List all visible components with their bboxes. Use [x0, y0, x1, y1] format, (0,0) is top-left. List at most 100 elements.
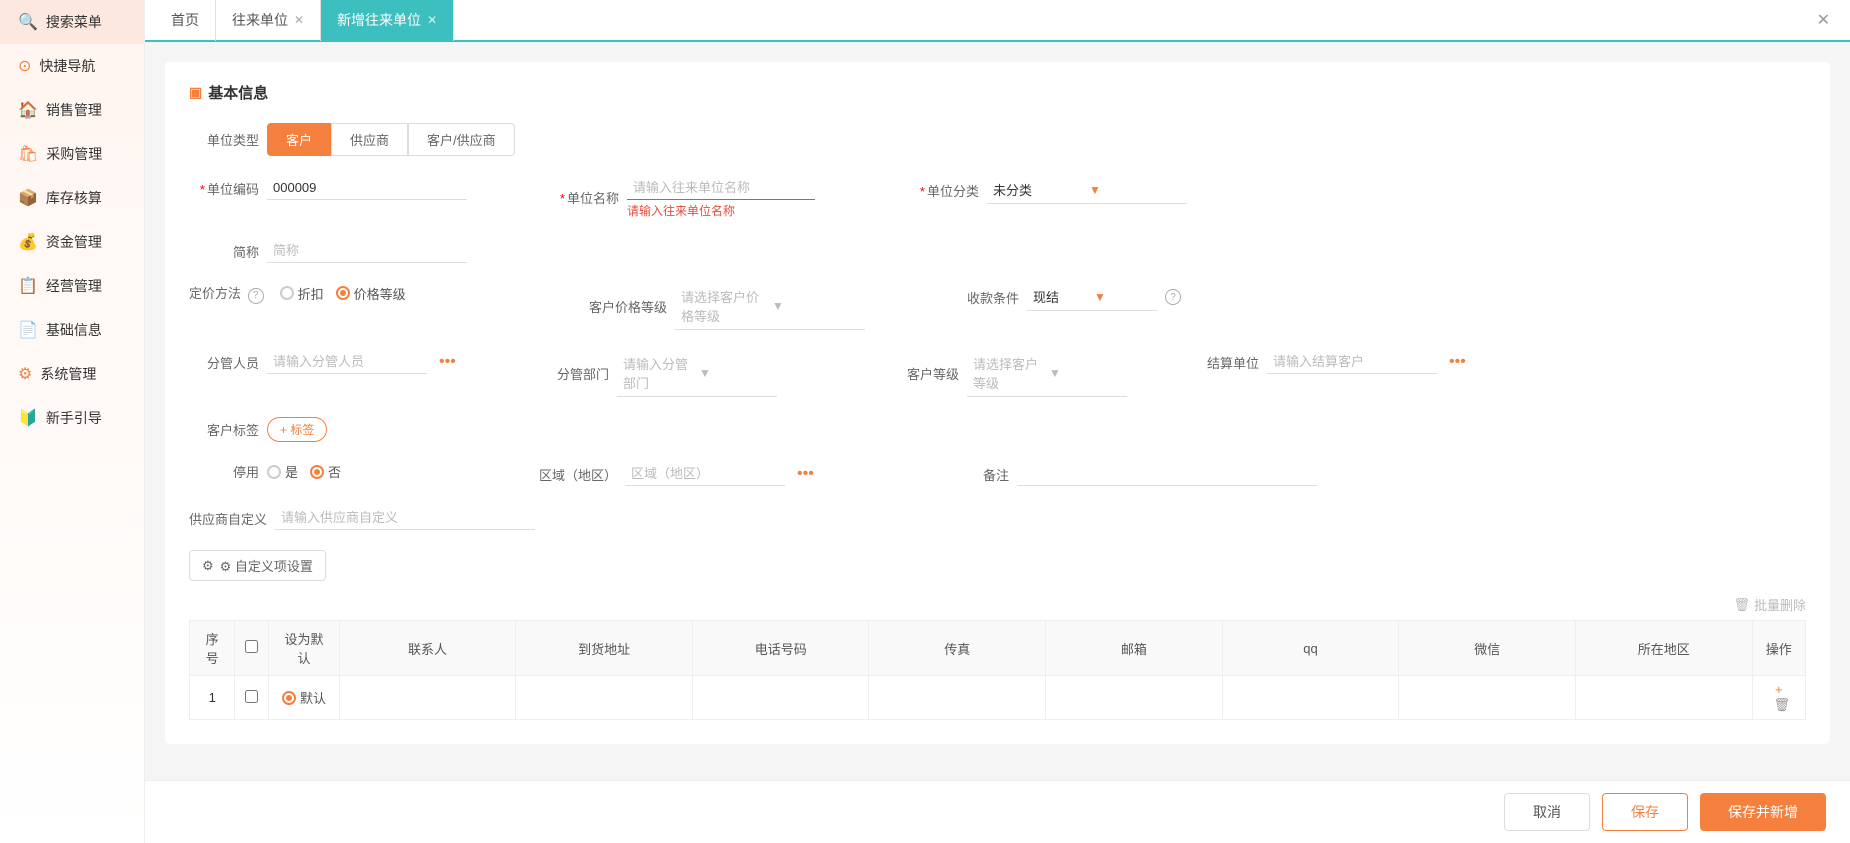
row-email[interactable] [1046, 676, 1223, 720]
save-button[interactable]: 保存 [1602, 793, 1688, 831]
email-input[interactable] [1056, 690, 1212, 705]
row-default: 默认 [269, 676, 339, 720]
supplier-custom-row: 供应商自定义 [189, 506, 1806, 530]
tab-contacts[interactable]: 往来单位 ✕ [216, 0, 321, 41]
col-qq: qq [1222, 621, 1399, 676]
manager-input[interactable] [267, 350, 427, 374]
clipboard-icon: 📋 [18, 276, 38, 296]
sidebar-item-system[interactable]: ⚙ 系统管理 [0, 352, 144, 396]
remark-field: 备注 [939, 462, 1806, 486]
select-all-checkbox[interactable] [245, 640, 258, 653]
col-address: 到货地址 [516, 621, 693, 676]
row-add-btn[interactable]: + [1775, 682, 1783, 697]
default-label: 默认 [300, 688, 326, 707]
row-region-input[interactable] [1586, 690, 1742, 705]
custom-settings-button[interactable]: ⚙ ⚙ 自定义项设置 [189, 550, 326, 581]
supplier-custom-label: 供应商自定义 [189, 509, 267, 528]
settlement-more-btn[interactable]: ••• [1445, 353, 1470, 371]
content-area: ▣ 基本信息 单位类型 客户 供应商 客户/供应商 *单位编码 [145, 42, 1850, 780]
disabled-no[interactable]: 否 [310, 462, 341, 481]
type-btn-both[interactable]: 客户/供应商 [408, 123, 515, 156]
close-all-tabs-button[interactable]: ✕ [1807, 10, 1840, 30]
tab-new-contact[interactable]: 新增往来单位 ✕ [321, 0, 454, 41]
qq-input[interactable] [1233, 690, 1389, 705]
department-label: 分管部门 [539, 364, 609, 383]
row-address[interactable] [516, 676, 693, 720]
section-title: ▣ 基本信息 [189, 82, 1806, 103]
row-select-checkbox[interactable] [245, 690, 258, 703]
add-tag-button[interactable]: + 标签 [267, 417, 327, 442]
payment-help-icon[interactable]: ? [1165, 289, 1181, 305]
sidebar-item-sales[interactable]: 🏠 销售管理 [0, 88, 144, 132]
customer-level-select[interactable]: 请选择客户等级 ▼ [967, 350, 1127, 397]
pricing-help-icon[interactable]: ? [248, 288, 264, 304]
supplier-custom-input[interactable] [275, 506, 535, 530]
pricing-radio-level[interactable]: 价格等级 [336, 284, 406, 303]
customer-price-level-select[interactable]: 请选择客户价格等级 ▼ [675, 283, 865, 330]
row-phone[interactable] [692, 676, 869, 720]
phone-input[interactable] [703, 690, 859, 705]
unit-code-label: *单位编码 [189, 179, 259, 198]
unit-category-label: *单位分类 [909, 181, 979, 200]
disabled-yes[interactable]: 是 [267, 462, 298, 481]
row-no: 1 [190, 676, 235, 720]
manager-more-btn[interactable]: ••• [435, 353, 460, 371]
type-btn-customer[interactable]: 客户 [267, 123, 331, 156]
main-area: 首页 往来单位 ✕ 新增往来单位 ✕ ✕ ▣ 基本信息 单位类型 客户 [145, 0, 1850, 843]
sidebar-item-guide[interactable]: 🔰 新手引导 [0, 396, 144, 440]
sidebar-item-operations[interactable]: 📋 经营管理 [0, 264, 144, 308]
default-radio-circle [282, 691, 296, 705]
sidebar-item-search[interactable]: 🔍 搜索菜单 [0, 0, 144, 44]
cancel-button[interactable]: 取消 [1504, 793, 1590, 831]
level-radio-circle [336, 286, 350, 300]
sidebar-item-shortcut[interactable]: ⊙ 快捷导航 [0, 44, 144, 88]
address-input[interactable] [526, 690, 682, 705]
row-region[interactable] [1575, 676, 1752, 720]
sidebar-item-purchase[interactable]: 🛍 采购管理 [0, 132, 144, 176]
row-wechat[interactable] [1399, 676, 1576, 720]
type-btn-supplier[interactable]: 供应商 [331, 123, 408, 156]
row-delete-btn[interactable]: 🗑 [1774, 697, 1791, 712]
settlement-unit-label: 结算单位 [1189, 353, 1259, 372]
payment-terms-select[interactable]: 现结 ▼ [1027, 283, 1157, 311]
col-contact: 联系人 [339, 621, 516, 676]
col-phone: 电话号码 [692, 621, 869, 676]
region-more-btn[interactable]: ••• [793, 465, 818, 483]
save-and-new-button[interactable]: 保存并新增 [1700, 793, 1826, 831]
pricing-radio-discount[interactable]: 折扣 [280, 284, 324, 303]
region-input[interactable] [625, 462, 785, 486]
close-contacts-tab[interactable]: ✕ [294, 13, 304, 27]
dept-arrow-icon: ▼ [699, 366, 771, 380]
unit-name-wrap: 请输入往来单位名称 [627, 176, 815, 219]
customer-price-level-label: 客户价格等级 [589, 297, 667, 316]
row-fax[interactable] [869, 676, 1046, 720]
fax-input[interactable] [879, 690, 1035, 705]
unit-code-field: *单位编码 [189, 176, 529, 200]
default-radio[interactable]: 默认 [279, 688, 328, 707]
unit-code-input[interactable] [267, 176, 467, 200]
close-new-contact-tab[interactable]: ✕ [427, 13, 437, 27]
department-field: 分管部门 请输入分管部门 ▼ [539, 350, 869, 397]
row-contact[interactable] [339, 676, 516, 720]
row-checkbox[interactable] [235, 676, 269, 720]
remark-input[interactable] [1017, 462, 1317, 486]
col-no: 序号 [190, 621, 235, 676]
wechat-input[interactable] [1409, 690, 1565, 705]
remark-label: 备注 [939, 465, 1009, 484]
unit-category-select[interactable]: 未分类 ▼ [987, 176, 1187, 204]
sidebar-item-basic[interactable]: 📄 基础信息 [0, 308, 144, 352]
row-qq[interactable] [1222, 676, 1399, 720]
supplier-custom-field: 供应商自定义 [189, 506, 1806, 530]
batch-delete-label[interactable]: 批量删除 [1754, 595, 1806, 614]
disabled-row: 停用 是 否 区域（地区） ••• [189, 462, 1806, 486]
tab-home[interactable]: 首页 [155, 0, 216, 41]
department-select[interactable]: 请输入分管部门 ▼ [617, 350, 777, 397]
settlement-unit-input[interactable] [1267, 350, 1437, 374]
unit-name-input[interactable] [627, 176, 815, 200]
gear-settings-icon: ⚙ [202, 558, 214, 574]
short-name-input[interactable] [267, 239, 467, 263]
contact-input[interactable] [350, 690, 506, 705]
sidebar-item-finance[interactable]: 💰 资金管理 [0, 220, 144, 264]
sidebar-item-inventory[interactable]: 📦 库存核算 [0, 176, 144, 220]
shortcut-icon: ⊙ [18, 56, 31, 76]
